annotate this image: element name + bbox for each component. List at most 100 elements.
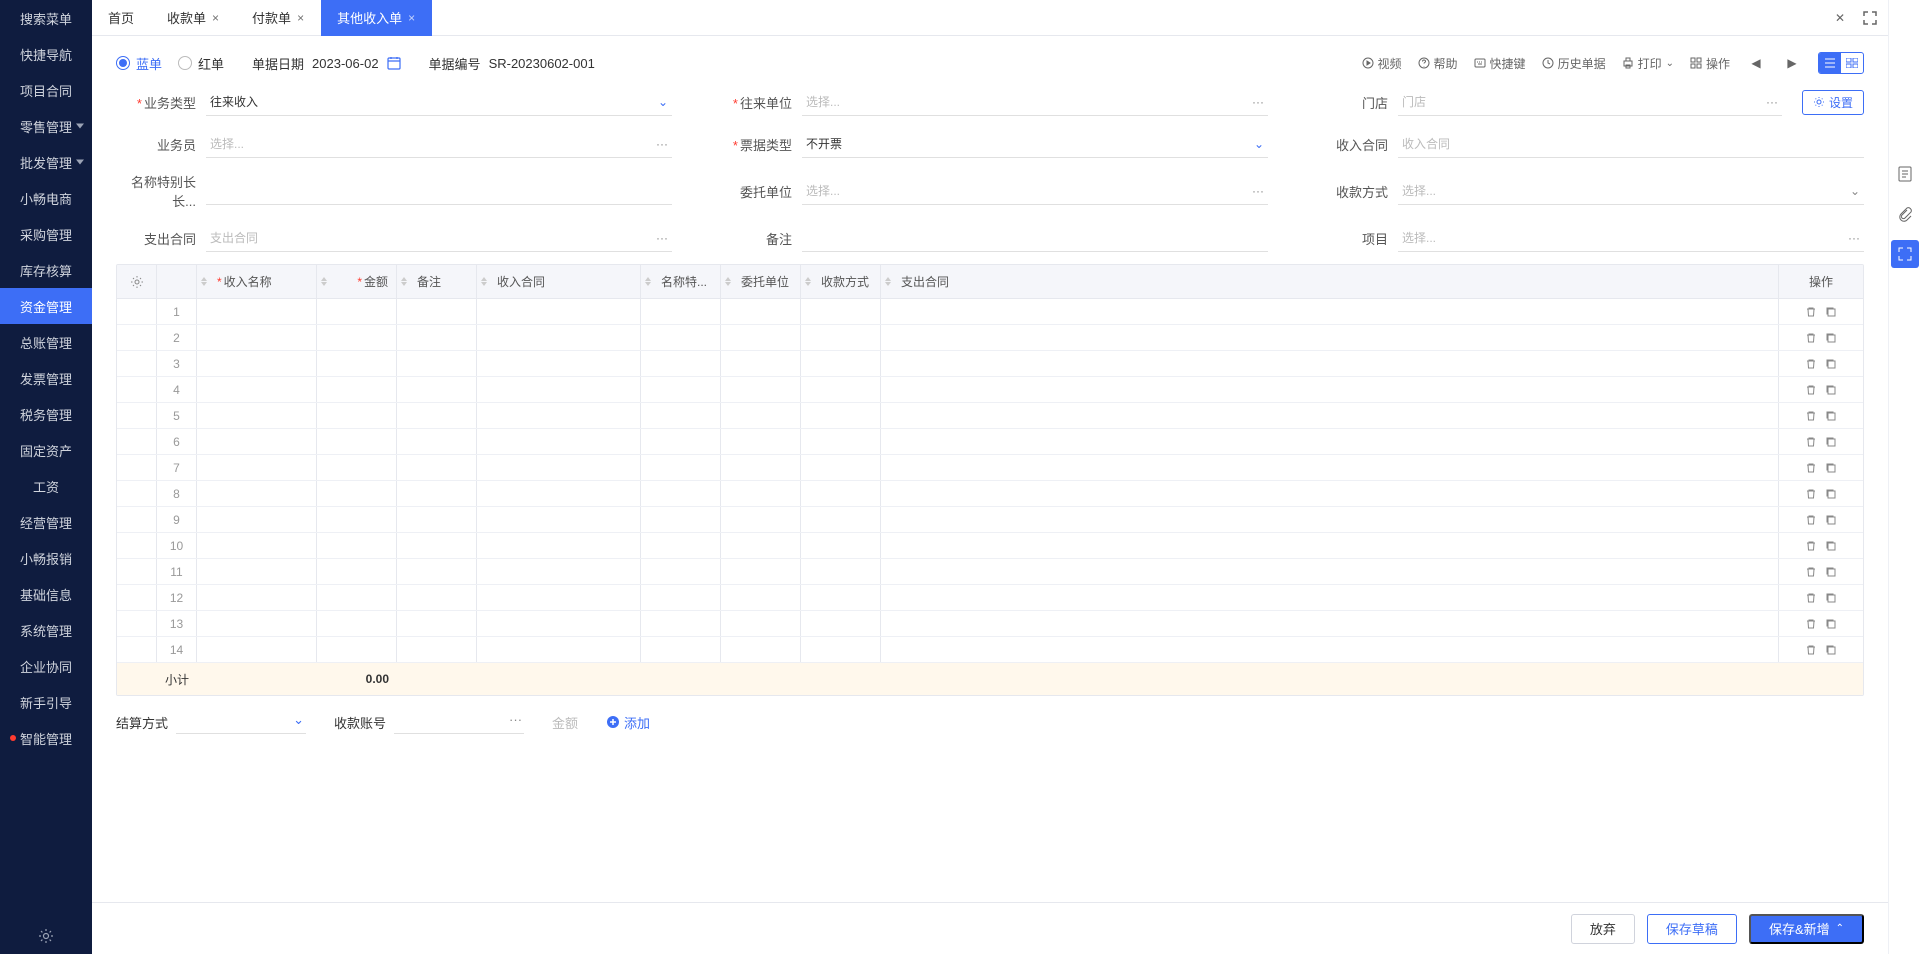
sidebar-item-19[interactable]: 新手引导 <box>0 684 92 720</box>
copy-row-icon[interactable] <box>1825 592 1837 604</box>
col-income-contract[interactable]: 收入合同 <box>477 265 641 298</box>
field-store[interactable]: 门店 门店··· <box>1308 88 1782 116</box>
field-remark[interactable]: 备注 <box>712 224 1268 252</box>
delete-row-icon[interactable] <box>1805 358 1817 370</box>
table-row[interactable]: 13 <box>117 611 1863 637</box>
delete-row-icon[interactable] <box>1805 618 1817 630</box>
copy-row-icon[interactable] <box>1825 384 1837 396</box>
delete-row-icon[interactable] <box>1805 384 1817 396</box>
sidebar-gear-icon[interactable] <box>0 918 92 954</box>
field-expend-contract[interactable]: 支出合同 支出合同··· <box>116 224 672 252</box>
table-row[interactable]: 5 <box>117 403 1863 429</box>
field-partner[interactable]: *往来单位 选择...··· <box>712 88 1268 116</box>
table-row[interactable]: 14 <box>117 637 1863 663</box>
table-row[interactable]: 7 <box>117 455 1863 481</box>
more-icon[interactable]: ··· <box>1252 95 1264 109</box>
sidebar-item-11[interactable]: 税务管理 <box>0 396 92 432</box>
col-longname[interactable]: 名称特... <box>641 265 721 298</box>
more-icon[interactable]: ··· <box>1766 95 1778 109</box>
copy-row-icon[interactable] <box>1825 436 1837 448</box>
prev-icon[interactable]: ◀ <box>1746 53 1766 73</box>
doc-date[interactable]: 单据日期 2023-06-02 <box>252 54 401 73</box>
sidebar-item-15[interactable]: 小畅报销 <box>0 540 92 576</box>
next-icon[interactable]: ▶ <box>1782 53 1802 73</box>
delete-row-icon[interactable] <box>1805 644 1817 656</box>
settle-account[interactable]: 收款账号 ··· <box>334 710 524 734</box>
table-row[interactable]: 9 <box>117 507 1863 533</box>
radio-red[interactable]: 红单 <box>178 54 224 73</box>
sidebar-item-7[interactable]: 库存核算 <box>0 252 92 288</box>
settle-method[interactable]: 结算方式 ⌄ <box>116 710 306 734</box>
sidebar-item-18[interactable]: 企业协同 <box>0 648 92 684</box>
sidebar-item-17[interactable]: 系统管理 <box>0 612 92 648</box>
copy-row-icon[interactable] <box>1825 358 1837 370</box>
delete-row-icon[interactable] <box>1805 488 1817 500</box>
sidebar-item-1[interactable]: 快捷导航 <box>0 36 92 72</box>
fullscreen-icon[interactable] <box>1860 8 1880 28</box>
settle-amount[interactable]: 金额 <box>552 713 578 732</box>
chevron-down-icon[interactable]: ⌄ <box>658 95 668 109</box>
table-row[interactable]: 2 <box>117 325 1863 351</box>
copy-row-icon[interactable] <box>1825 644 1837 656</box>
table-row[interactable]: 11 <box>117 559 1863 585</box>
delete-row-icon[interactable] <box>1805 566 1817 578</box>
sidebar-item-4[interactable]: 批发管理 <box>0 144 92 180</box>
table-row[interactable]: 4 <box>117 377 1863 403</box>
field-income-contract[interactable]: 收入合同 收入合同 <box>1308 130 1864 158</box>
actions-link[interactable]: 操作 <box>1690 55 1730 72</box>
more-icon[interactable]: ··· <box>1848 231 1860 245</box>
help-link[interactable]: 帮助 <box>1418 55 1458 72</box>
copy-row-icon[interactable] <box>1825 488 1837 500</box>
field-entrust[interactable]: 委托单位 选择...··· <box>712 172 1268 210</box>
table-row[interactable]: 3 <box>117 351 1863 377</box>
gear-column[interactable] <box>117 265 157 298</box>
sidebar-item-20[interactable]: 智能管理 <box>0 720 92 756</box>
delete-row-icon[interactable] <box>1805 436 1817 448</box>
calendar-icon[interactable] <box>387 56 401 70</box>
delete-row-icon[interactable] <box>1805 514 1817 526</box>
delete-row-icon[interactable] <box>1805 306 1817 318</box>
chevron-down-icon[interactable]: ⌄ <box>1850 184 1860 198</box>
sidebar-item-14[interactable]: 经营管理 <box>0 504 92 540</box>
shortcut-link[interactable]: 快捷键 <box>1474 55 1526 72</box>
col-pay-method[interactable]: 收款方式 <box>801 265 881 298</box>
tab-close-icon[interactable]: × <box>212 11 219 25</box>
more-icon[interactable]: ··· <box>509 712 522 727</box>
dock-note-icon[interactable] <box>1891 160 1919 188</box>
delete-row-icon[interactable] <box>1805 462 1817 474</box>
sidebar-item-10[interactable]: 发票管理 <box>0 360 92 396</box>
tab-close-icon[interactable]: × <box>297 11 304 25</box>
tab-close-icon[interactable]: × <box>408 11 415 25</box>
col-remark[interactable]: 备注 <box>397 265 477 298</box>
delete-row-icon[interactable] <box>1805 540 1817 552</box>
sidebar-item-0[interactable]: 搜索菜单 <box>0 0 92 36</box>
field-invoice-type[interactable]: *票据类型 不开票⌄ <box>712 130 1268 158</box>
more-icon[interactable]: ··· <box>656 137 668 151</box>
discard-button[interactable]: 放弃 <box>1571 914 1635 944</box>
copy-row-icon[interactable] <box>1825 514 1837 526</box>
more-icon[interactable]: ··· <box>1252 184 1264 198</box>
dock-expand-icon[interactable] <box>1891 240 1919 268</box>
field-salesman[interactable]: 业务员 选择...··· <box>116 130 672 158</box>
col-entrust[interactable]: 委托单位 <box>721 265 801 298</box>
table-row[interactable]: 12 <box>117 585 1863 611</box>
copy-row-icon[interactable] <box>1825 332 1837 344</box>
sidebar-item-13[interactable]: 工资 <box>0 468 92 504</box>
chevron-down-icon[interactable]: ⌄ <box>293 712 304 728</box>
list-view-icon[interactable] <box>1819 53 1841 73</box>
copy-row-icon[interactable] <box>1825 566 1837 578</box>
table-row[interactable]: 1 <box>117 299 1863 325</box>
copy-row-icon[interactable] <box>1825 306 1837 318</box>
sidebar-item-6[interactable]: 采购管理 <box>0 216 92 252</box>
sidebar-item-5[interactable]: 小畅电商 <box>0 180 92 216</box>
field-biz-type[interactable]: *业务类型 往来收入⌄ <box>116 88 672 116</box>
copy-row-icon[interactable] <box>1825 462 1837 474</box>
table-row[interactable]: 6 <box>117 429 1863 455</box>
dock-attachment-icon[interactable] <box>1891 200 1919 228</box>
sidebar-item-8[interactable]: 资金管理 <box>0 288 92 324</box>
sidebar-item-12[interactable]: 固定资产 <box>0 432 92 468</box>
copy-row-icon[interactable] <box>1825 618 1837 630</box>
save-new-button[interactable]: 保存&新增⌃ <box>1749 914 1864 944</box>
copy-row-icon[interactable] <box>1825 410 1837 422</box>
col-income-name[interactable]: *收入名称 <box>197 265 317 298</box>
